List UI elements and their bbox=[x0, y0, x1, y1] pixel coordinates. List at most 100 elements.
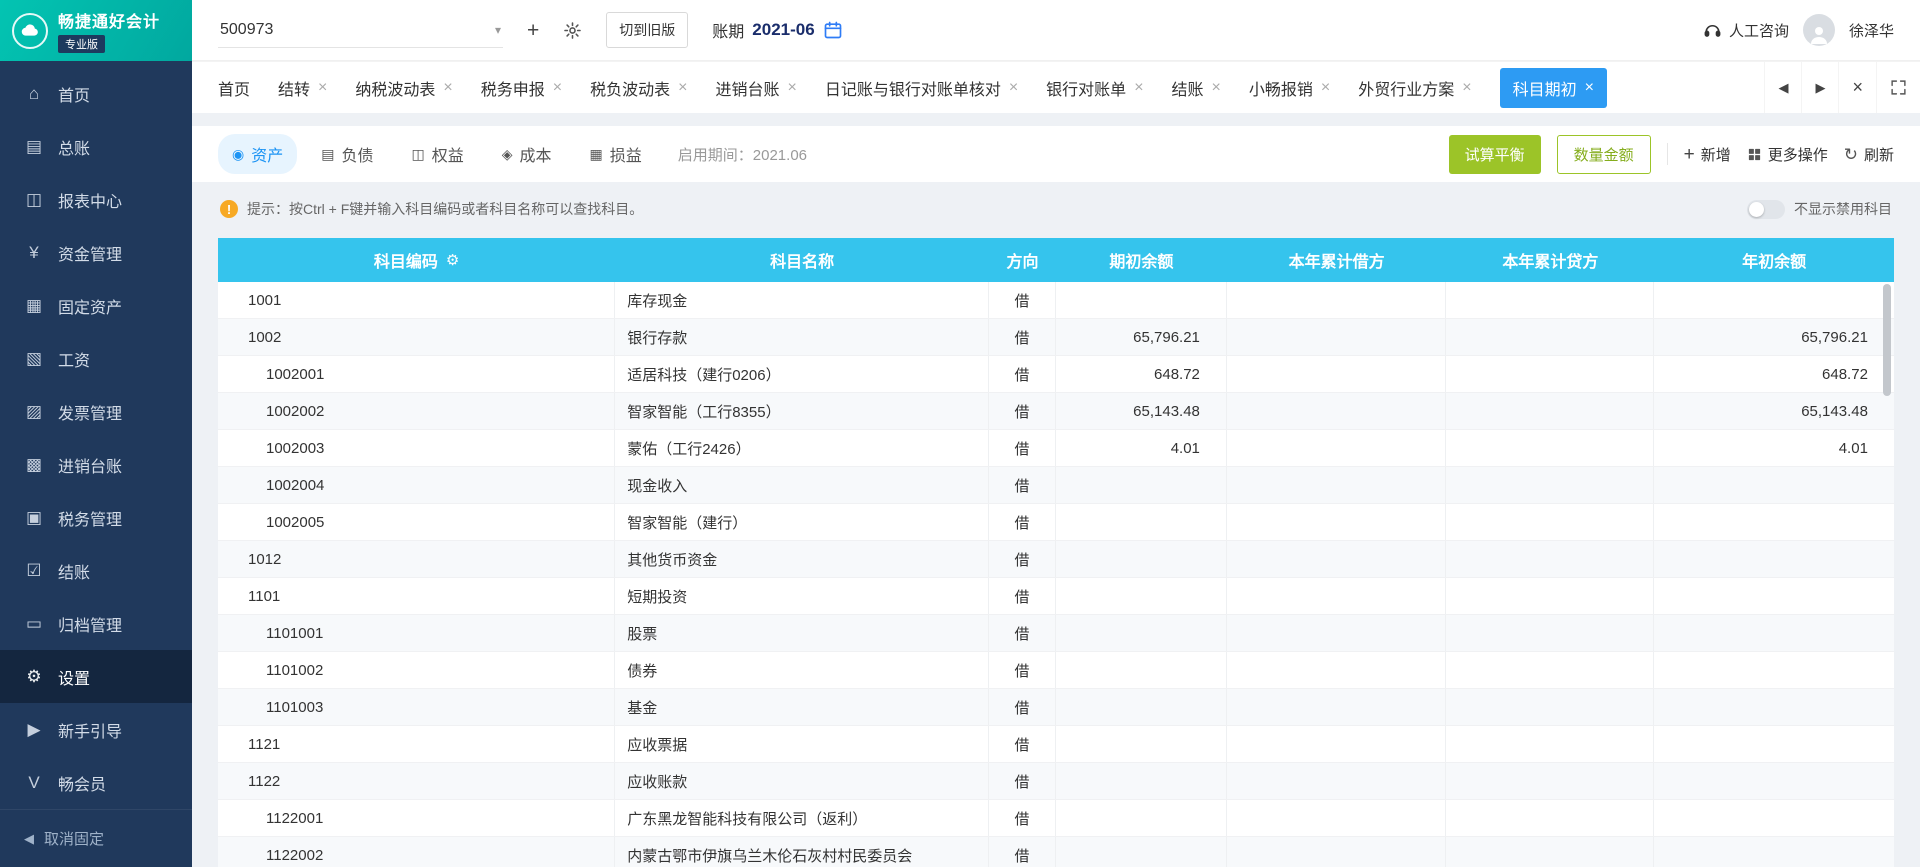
user-name[interactable]: 徐泽华 bbox=[1849, 20, 1894, 41]
close-icon[interactable]: × bbox=[553, 79, 562, 96]
assets-tab-icon: ◉ bbox=[232, 146, 245, 162]
tab-home[interactable]: 首页 × bbox=[218, 76, 250, 100]
table-row[interactable]: 1101001 股票 借 bbox=[218, 615, 1894, 652]
sidebar-item-member[interactable]: V 畅会员 bbox=[0, 756, 192, 809]
cattab-profit-loss[interactable]: ▦ 损益 bbox=[576, 134, 656, 174]
account-set-code: 500973 bbox=[220, 20, 274, 38]
table-row[interactable]: 1001 库存现金 借 bbox=[218, 282, 1894, 319]
human-consult-link[interactable]: 人工咨询 bbox=[1703, 20, 1789, 41]
cell-ytd-credit bbox=[1446, 430, 1655, 466]
sidebar-item-payroll[interactable]: ▧ 工资 bbox=[0, 332, 192, 385]
table-row[interactable]: 1002005 智家智能（建行） 借 bbox=[218, 504, 1894, 541]
tab-subject-opening[interactable]: 科目期初 × bbox=[1499, 67, 1607, 108]
close-icon[interactable]: × bbox=[787, 79, 796, 96]
sidebar-item-general-ledger[interactable]: ▤ 总账 bbox=[0, 120, 192, 173]
tab-closing[interactable]: 结账 × bbox=[1172, 76, 1221, 100]
sidebar-item-report-center[interactable]: ◫ 报表中心 bbox=[0, 173, 192, 226]
sidebar-item-invoice-management[interactable]: ▨ 发票管理 bbox=[0, 385, 192, 438]
hide-disabled-subjects-toggle[interactable] bbox=[1747, 199, 1785, 219]
tab-tax-fluctuation[interactable]: 纳税波动表 × bbox=[355, 76, 452, 100]
sidebar-item-archive-management[interactable]: ▭ 归档管理 bbox=[0, 597, 192, 650]
close-icon[interactable]: × bbox=[1212, 79, 1221, 96]
quantity-amount-button[interactable]: 数量金额 bbox=[1556, 134, 1651, 174]
add-icon[interactable]: + bbox=[527, 20, 539, 41]
close-icon[interactable]: × bbox=[1009, 79, 1018, 96]
table-row[interactable]: 1002004 现金收入 借 bbox=[218, 467, 1894, 504]
sidebar-item-tax-management[interactable]: ▣ 税务管理 bbox=[0, 491, 192, 544]
cell-subject-code: 1121 bbox=[218, 726, 616, 762]
cell-subject-name: 现金收入 bbox=[615, 467, 989, 503]
table-row[interactable]: 1002 银行存款 借 65,796.21 65,796.21 bbox=[218, 319, 1894, 356]
table-row[interactable]: 1101002 债券 借 bbox=[218, 652, 1894, 689]
close-icon[interactable]: × bbox=[1585, 79, 1594, 96]
close-icon[interactable]: × bbox=[1134, 79, 1143, 96]
cell-ytd-debit bbox=[1227, 541, 1447, 577]
cattab-equity[interactable]: ◫ 权益 bbox=[397, 134, 477, 174]
tab-scroll-left-icon[interactable]: ◀ bbox=[1764, 62, 1801, 113]
cattab-cost[interactable]: ◈ 成本 bbox=[488, 134, 566, 174]
period-value[interactable]: 2021-06 bbox=[752, 20, 814, 40]
toggle-label: 不显示禁用科目 bbox=[1794, 201, 1892, 217]
switch-old-version-button[interactable]: 切到旧版 bbox=[606, 12, 689, 48]
tab-label: 科目期初 bbox=[1512, 81, 1577, 99]
cattab-assets[interactable]: ◉ 资产 bbox=[218, 134, 298, 174]
close-icon[interactable]: × bbox=[443, 79, 452, 96]
tab-journal-bank-reconciliation[interactable]: 日记账与银行对账单核对 × bbox=[825, 76, 1018, 100]
table-row[interactable]: 1012 其他货币资金 借 bbox=[218, 541, 1894, 578]
sidebar-item-home[interactable]: ⌂ 首页 bbox=[0, 67, 192, 120]
cell-opening-balance: 4.01 bbox=[1056, 430, 1227, 466]
close-all-tabs-icon[interactable]: × bbox=[1838, 62, 1876, 113]
trial-balance-button[interactable]: 试算平衡 bbox=[1448, 134, 1541, 174]
cell-year-begin-balance bbox=[1654, 541, 1894, 577]
tab-tax-filing[interactable]: 税务申报 × bbox=[481, 76, 562, 100]
tab-purchase-sales-ledger[interactable]: 进销台账 × bbox=[715, 76, 796, 100]
close-icon[interactable]: × bbox=[1321, 79, 1330, 96]
more-actions-button[interactable]: 更多操作 bbox=[1747, 144, 1828, 165]
tab-carry-forward[interactable]: 结转 × bbox=[278, 76, 327, 100]
tab-xiaochang-reimburse[interactable]: 小畅报销 × bbox=[1249, 76, 1330, 100]
close-icon[interactable]: × bbox=[1462, 79, 1471, 96]
calendar-icon[interactable] bbox=[823, 20, 843, 40]
close-icon[interactable]: × bbox=[318, 79, 327, 96]
column-settings-gear-icon[interactable]: ⚙ bbox=[446, 251, 459, 269]
cell-subject-name: 库存现金 bbox=[615, 282, 989, 318]
settings-gear-icon[interactable] bbox=[563, 21, 582, 40]
sidebar-item-beginner-guide[interactable]: ▶ 新手引导 bbox=[0, 703, 192, 756]
avatar[interactable] bbox=[1802, 14, 1835, 46]
tab-tax-burden-fluctuation[interactable]: 税负波动表 × bbox=[590, 76, 687, 100]
tab-scroll-right-icon[interactable]: ▶ bbox=[1801, 62, 1838, 113]
sidebar-item-purchase-sales-ledger[interactable]: ▩ 进销台账 bbox=[0, 438, 192, 491]
sidebar-item-fixed-assets[interactable]: ▦ 固定资产 bbox=[0, 279, 192, 332]
account-set-selector[interactable]: 500973 ▾ bbox=[218, 13, 503, 48]
table-row[interactable]: 1122 应收账款 借 bbox=[218, 763, 1894, 800]
table-row[interactable]: 1121 应收票据 借 bbox=[218, 726, 1894, 763]
column-header-ytd-debit: 本年累计借方 bbox=[1288, 254, 1385, 271]
home-icon: ⌂ bbox=[28, 83, 40, 103]
tab-foreign-trade-solution[interactable]: 外贸行业方案 × bbox=[1358, 76, 1471, 100]
cell-ytd-debit bbox=[1227, 282, 1447, 318]
unpin-sidebar-button[interactable]: ◀ 取消固定 bbox=[0, 809, 192, 867]
sidebar-item-fund-management[interactable]: ¥ 资金管理 bbox=[0, 226, 192, 279]
table-row[interactable]: 1101003 基金 借 bbox=[218, 689, 1894, 726]
tab-label: 小畅报销 bbox=[1248, 81, 1313, 99]
table-row[interactable]: 1101 短期投资 借 bbox=[218, 578, 1894, 615]
cell-ytd-debit bbox=[1227, 837, 1447, 867]
sidebar-item-closing[interactable]: ☑ 结账 bbox=[0, 544, 192, 597]
cell-ytd-debit bbox=[1227, 800, 1447, 836]
column-header-year-begin-balance: 年初余额 bbox=[1742, 254, 1807, 271]
cell-year-begin-balance bbox=[1654, 467, 1894, 503]
refresh-button[interactable]: ↻ 刷新 bbox=[1844, 144, 1894, 165]
table-row[interactable]: 1002001 适居科技（建行0206） 借 648.72 648.72 bbox=[218, 356, 1894, 393]
fullscreen-icon[interactable] bbox=[1876, 62, 1920, 113]
scrollbar-thumb[interactable] bbox=[1883, 284, 1891, 396]
table-row[interactable]: 1002002 智家智能（工行8355） 借 65,143.48 65,143.… bbox=[218, 393, 1894, 430]
tab-bank-statement[interactable]: 银行对账单 × bbox=[1046, 76, 1143, 100]
table-row[interactable]: 1122001 广东黑龙智能科技有限公司（返利） 借 bbox=[218, 800, 1894, 837]
cattab-liabilities[interactable]: ▤ 负债 bbox=[307, 134, 387, 174]
table-row[interactable]: 1002003 蒙佑（工行2426） 借 4.01 4.01 bbox=[218, 430, 1894, 467]
add-subject-button[interactable]: + 新增 bbox=[1684, 144, 1731, 165]
close-icon[interactable]: × bbox=[678, 79, 687, 96]
sidebar-item-settings[interactable]: ⚙ 设置 bbox=[0, 650, 192, 703]
table-row[interactable]: 1122002 内蒙古鄂市伊旗乌兰木伦石灰村村民委员会 借 bbox=[218, 837, 1894, 867]
plus-icon: + bbox=[1683, 143, 1695, 165]
